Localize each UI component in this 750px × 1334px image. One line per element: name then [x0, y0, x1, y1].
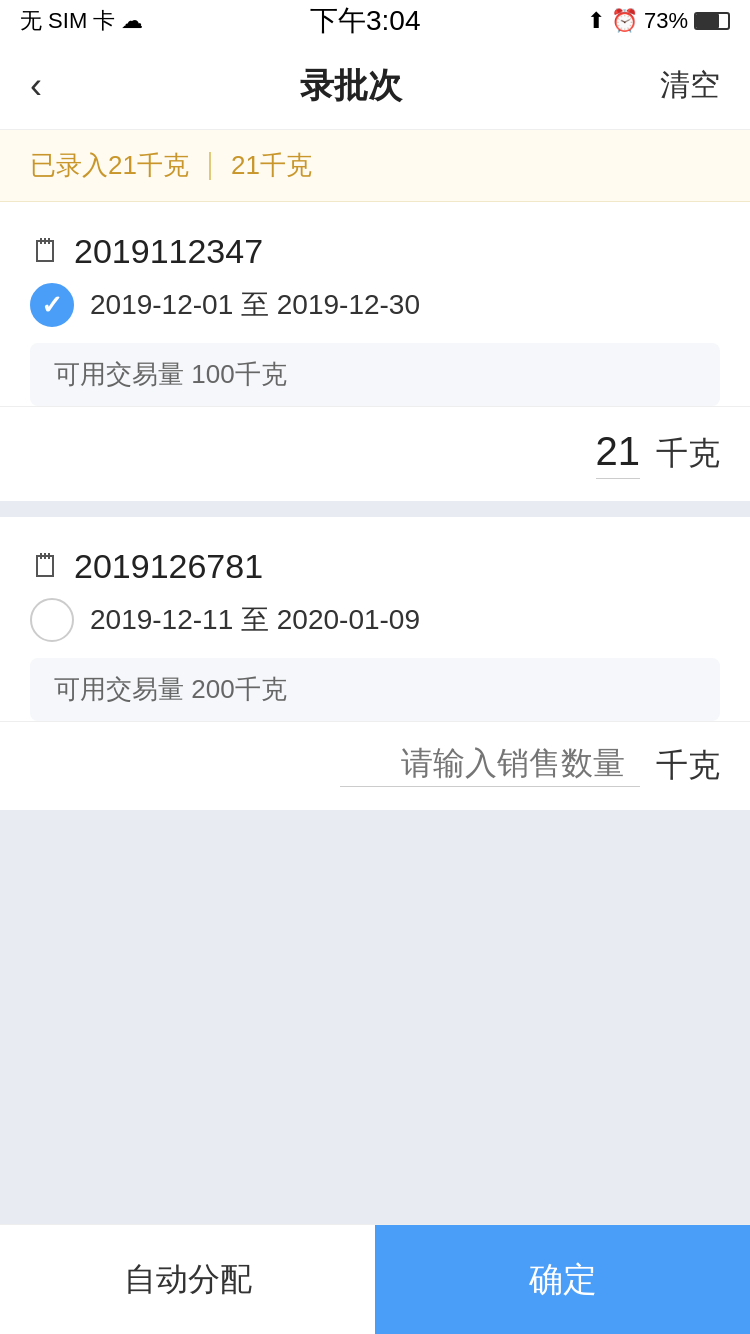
info-divider: [209, 152, 211, 180]
separator-1: [0, 501, 750, 517]
batch-date-1: 2019-12-01 至 2019-12-30: [90, 286, 420, 324]
entered-label: 已录入21千克: [30, 148, 189, 183]
batch-qty-text-1: 可用交易量 100千克: [54, 359, 287, 389]
amount-row-1: 21 千克: [0, 406, 750, 501]
batch-icon-1: 🗒: [30, 233, 62, 270]
clear-button[interactable]: 清空: [660, 65, 720, 106]
status-right: ⬆ ⏰ 73%: [587, 8, 730, 34]
batch-card-1: 🗒 2019112347 2019-12-01 至 2019-12-30 可用交…: [0, 202, 750, 406]
batch-date-row-2: 2019-12-11 至 2020-01-09: [30, 598, 720, 642]
batch-header-2: 🗒 2019126781: [30, 547, 720, 586]
radio-button-1[interactable]: [30, 283, 74, 327]
battery-indicator: [694, 12, 730, 30]
batch-date-row-1: 2019-12-01 至 2019-12-30: [30, 283, 720, 327]
input-row-2: 千克: [0, 721, 750, 810]
battery-text: 73%: [644, 8, 688, 34]
batch-qty-bar-2: 可用交易量 200千克: [30, 658, 720, 721]
no-sim-text: 无 SIM 卡 ☁: [20, 6, 143, 36]
status-bar: 无 SIM 卡 ☁ 下午3:04 ⬆ ⏰ 73%: [0, 0, 750, 42]
battery-icon: ⬆: [587, 8, 605, 34]
alarm-icon: ⏰: [611, 8, 638, 34]
amount-value-1: 21: [596, 429, 641, 479]
info-value: 21千克: [231, 148, 312, 183]
status-left: 无 SIM 卡 ☁: [20, 6, 143, 36]
batch-number-1: 2019112347: [74, 232, 263, 271]
batch-number-2: 2019126781: [74, 547, 263, 586]
qty-input-2[interactable]: [340, 745, 640, 787]
confirm-button[interactable]: 确定: [375, 1225, 750, 1334]
batch-qty-text-2: 可用交易量 200千克: [54, 674, 287, 704]
nav-bar: ‹ 录批次 清空: [0, 42, 750, 130]
input-unit-2: 千克: [656, 744, 720, 788]
batch-date-2: 2019-12-11 至 2020-01-09: [90, 601, 420, 639]
back-button[interactable]: ‹: [30, 65, 42, 107]
radio-button-2[interactable]: [30, 598, 74, 642]
status-time: 下午3:04: [310, 2, 421, 40]
batch-header-1: 🗒 2019112347: [30, 232, 720, 271]
info-bar: 已录入21千克 21千克: [0, 130, 750, 202]
page-title: 录批次: [300, 63, 402, 109]
gray-area: [0, 810, 750, 1250]
amount-unit-1: 千克: [656, 432, 720, 476]
batch-qty-bar-1: 可用交易量 100千克: [30, 343, 720, 406]
bottom-bar: 自动分配 确定: [0, 1224, 750, 1334]
batch-card-2: 🗒 2019126781 2019-12-11 至 2020-01-09 可用交…: [0, 517, 750, 721]
batch-icon-2: 🗒: [30, 548, 62, 585]
auto-distribute-button[interactable]: 自动分配: [0, 1225, 375, 1334]
